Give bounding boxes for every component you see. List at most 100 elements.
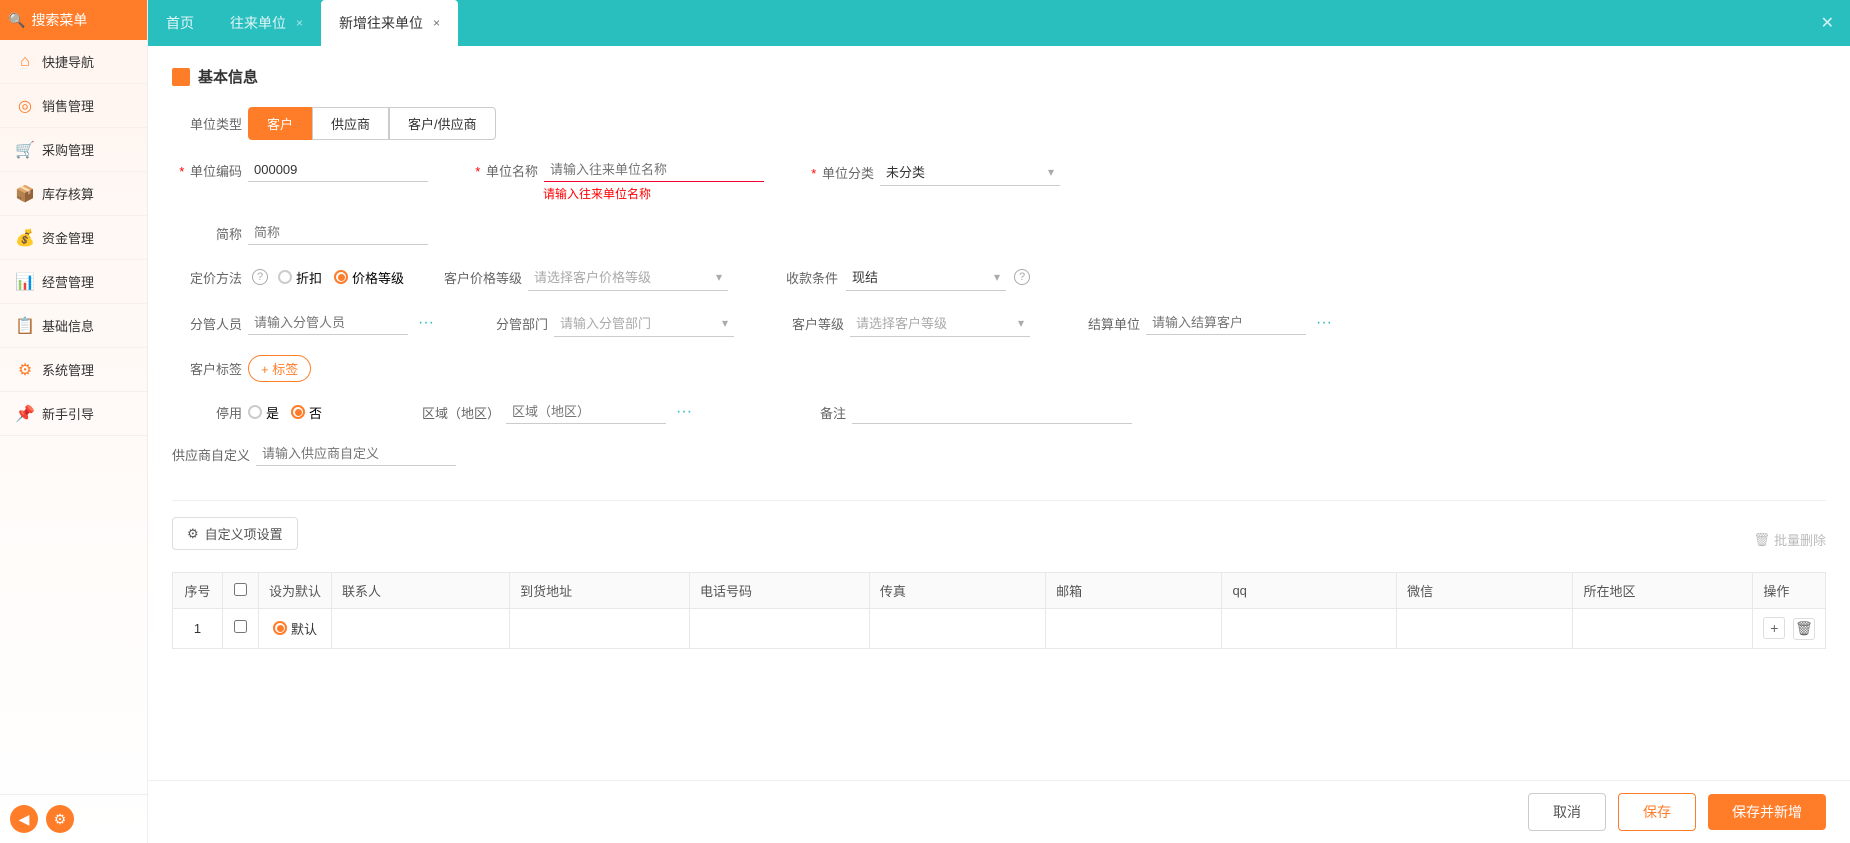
col-seq: 序号 (173, 573, 223, 609)
cell-area[interactable] (1573, 609, 1753, 649)
tab-contacts-close[interactable]: × (296, 16, 303, 30)
cell-default: 默认 (259, 609, 332, 649)
sidebar: 🔍 搜索菜单 ⌂ 快捷导航 ◎ 销售管理 🛒 采购管理 📦 库存核算 💰 资金管… (0, 0, 148, 843)
sidebar-item-guide[interactable]: 📌 新手引导 (0, 392, 147, 436)
unit-type-customer-btn[interactable]: 客户 (248, 107, 312, 140)
sales-icon: ◎ (16, 97, 34, 115)
unit-category-label: * 单位分类 (804, 163, 874, 182)
region-more-btn[interactable]: ··· (672, 403, 696, 421)
region-input[interactable] (506, 400, 666, 424)
unit-category-select[interactable]: 未分类 ▾ (880, 158, 1060, 186)
unit-name-input[interactable] (544, 158, 764, 182)
table-toolbar: ⚙ 自定义项设置 🗑 批量删除 (172, 517, 1826, 562)
sidebar-item-operations[interactable]: 📊 经营管理 (0, 260, 147, 304)
pricing-price-level-radio[interactable] (334, 270, 348, 284)
col-checkbox[interactable] (223, 573, 259, 609)
payment-terms-select[interactable]: 现结 ▾ (846, 263, 1006, 291)
sidebar-bottom: ◀ ⚙ (0, 794, 147, 843)
address-input[interactable] (520, 621, 679, 636)
remark-input[interactable] (852, 400, 1132, 424)
sidebar-item-finance[interactable]: 💰 资金管理 (0, 216, 147, 260)
sidebar-collapse-btn[interactable]: ◀ (10, 805, 38, 833)
disabled-no-radio[interactable] (291, 405, 305, 419)
department-select[interactable]: 请输入分管部门 ▾ (554, 309, 734, 337)
cell-phone[interactable] (689, 609, 869, 649)
supplier-custom-input[interactable] (256, 442, 456, 466)
sidebar-label-finance: 资金管理 (42, 228, 94, 247)
cell-checkbox[interactable] (223, 609, 259, 649)
window-close-btn[interactable]: ✕ (1821, 13, 1834, 33)
settlement-unit-input[interactable] (1146, 311, 1306, 335)
sidebar-item-sales[interactable]: ◎ 销售管理 (0, 84, 147, 128)
phone-input[interactable] (700, 621, 859, 636)
area-input[interactable] (1583, 621, 1742, 636)
sidebar-label-sales: 销售管理 (42, 96, 94, 115)
default-radio[interactable] (273, 621, 287, 635)
cell-wechat[interactable] (1397, 609, 1573, 649)
default-radio-item[interactable]: 默认 (269, 619, 321, 638)
pricing-price-level-option[interactable]: 价格等级 (334, 268, 404, 287)
unit-type-supplier-btn[interactable]: 供应商 (312, 107, 389, 140)
payment-terms-label: 收款条件 (768, 268, 838, 287)
disabled-no-option[interactable]: 否 (291, 403, 322, 422)
short-name-label: 简称 (172, 224, 242, 243)
cell-fax[interactable] (869, 609, 1045, 649)
row-add-btn[interactable]: + (1763, 617, 1785, 639)
batch-delete-btn[interactable]: 🗑 批量删除 (1753, 530, 1826, 549)
save-and-new-button[interactable]: 保存并新增 (1708, 794, 1826, 830)
col-phone: 电话号码 (689, 573, 869, 609)
supervisor-more-btn[interactable]: ··· (414, 314, 438, 332)
save-button[interactable]: 保存 (1618, 793, 1696, 831)
tab-home[interactable]: 首页 (148, 0, 212, 46)
settlement-unit-more-btn[interactable]: ··· (1312, 314, 1336, 332)
region-label: 区域（地区） (422, 403, 500, 422)
qq-input[interactable] (1232, 621, 1386, 636)
code-name-category-row: * 单位编码 * 单位名称 请输入往来单位名称 (172, 158, 1826, 203)
sidebar-item-system[interactable]: ⚙ 系统管理 (0, 348, 147, 392)
cell-address[interactable] (510, 609, 690, 649)
tab-new-contact-close[interactable]: × (433, 16, 440, 30)
table-header-row: 序号 设为默认 联系人 到货地址 电话号码 传真 邮箱 qq 微信 所在地区 操… (173, 573, 1826, 609)
cancel-button[interactable]: 取消 (1528, 793, 1606, 831)
disabled-yes-option[interactable]: 是 (248, 403, 279, 422)
contact-input[interactable] (342, 621, 499, 636)
customer-price-level-select[interactable]: 请选择客户价格等级 ▾ (528, 263, 728, 291)
table-row: 1 默认 (173, 609, 1826, 649)
pricing-discount-option[interactable]: 折扣 (278, 268, 322, 287)
unit-type-both-btn[interactable]: 客户/供应商 (389, 107, 496, 140)
sidebar-label-system: 系统管理 (42, 360, 94, 379)
unit-code-input[interactable] (248, 158, 428, 182)
sidebar-search[interactable]: 🔍 搜索菜单 (0, 0, 147, 40)
sidebar-settings-btn[interactable]: ⚙ (46, 805, 74, 833)
wechat-input[interactable] (1407, 621, 1562, 636)
tab-new-contact[interactable]: 新增往来单位 × (321, 0, 458, 46)
custom-settings-btn[interactable]: ⚙ 自定义项设置 (172, 517, 298, 550)
pricing-discount-radio[interactable] (278, 270, 292, 284)
cell-email[interactable] (1046, 609, 1222, 649)
customer-level-select[interactable]: 请选择客户等级 ▾ (850, 309, 1030, 337)
unit-type-row: 单位类型 客户 供应商 客户/供应商 (172, 107, 1826, 140)
department-placeholder: 请输入分管部门 (560, 313, 651, 332)
row-checkbox[interactable] (234, 620, 247, 633)
pricing-row: 定价方法 ? 折扣 价格等级 客户价格等级 (172, 263, 1826, 291)
cell-contact[interactable] (332, 609, 510, 649)
select-all-checkbox[interactable] (234, 583, 247, 596)
payment-terms-help-icon[interactable]: ? (1014, 269, 1030, 285)
sidebar-item-basic[interactable]: 📋 基础信息 (0, 304, 147, 348)
row-delete-btn[interactable]: 🗑 (1793, 618, 1815, 640)
operations-icon: 📊 (16, 273, 34, 291)
tab-contacts[interactable]: 往来单位 × (212, 0, 321, 46)
fax-input[interactable] (880, 621, 1035, 636)
sidebar-item-quick-nav[interactable]: ⌂ 快捷导航 (0, 40, 147, 84)
supervisor-input[interactable] (248, 311, 408, 335)
add-tag-btn[interactable]: + 标签 (248, 355, 311, 382)
sidebar-item-purchase[interactable]: 🛒 采购管理 (0, 128, 147, 172)
pricing-help-icon[interactable]: ? (252, 269, 268, 285)
short-name-input[interactable] (248, 221, 428, 245)
sidebar-item-inventory[interactable]: 📦 库存核算 (0, 172, 147, 216)
email-input[interactable] (1056, 621, 1211, 636)
disabled-yes-radio[interactable] (248, 405, 262, 419)
payment-terms-chevron: ▾ (994, 270, 1000, 284)
cell-qq[interactable] (1222, 609, 1397, 649)
col-action: 操作 (1753, 573, 1826, 609)
